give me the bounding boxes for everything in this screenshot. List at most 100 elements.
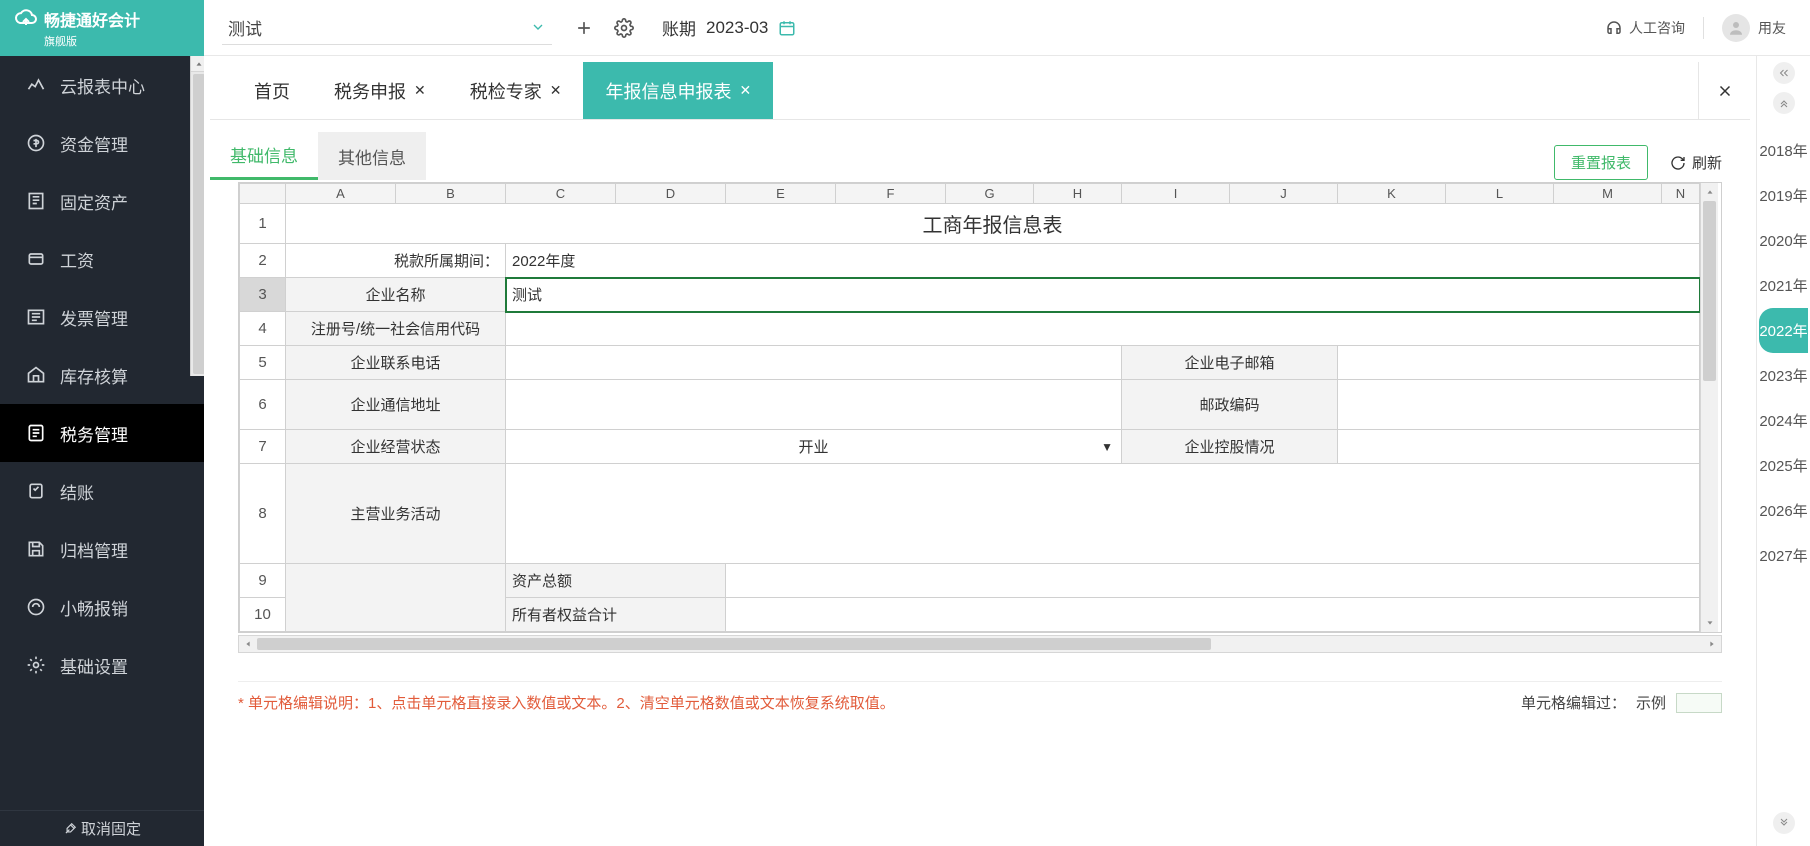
period-label-cell[interactable]: 税款所属期间： <box>286 244 506 278</box>
sidebar-item[interactable]: 资金管理 <box>0 114 204 172</box>
year-item[interactable]: 2019年 <box>1759 173 1807 218</box>
scroll-down-icon[interactable] <box>1701 614 1718 632</box>
scroll-left-icon[interactable] <box>239 636 257 652</box>
col-B[interactable]: B <box>396 184 506 204</box>
col-I[interactable]: I <box>1122 184 1230 204</box>
label-assets-group[interactable] <box>286 564 506 632</box>
rowhdr-6[interactable]: 6 <box>240 380 286 430</box>
year-item[interactable]: 2023年 <box>1759 353 1807 398</box>
rowhdr-9[interactable]: 9 <box>240 564 286 598</box>
year-item[interactable]: 2020年 <box>1759 218 1807 263</box>
year-item[interactable]: 2024年 <box>1759 398 1807 443</box>
scroll-thumb[interactable] <box>1703 201 1716 381</box>
period-value[interactable]: 2023-03 <box>706 18 768 38</box>
value-owner-equity[interactable] <box>726 598 1700 632</box>
rowhdr-3[interactable]: 3 <box>240 278 286 312</box>
company-select[interactable]: 测试 <box>222 11 552 45</box>
col-L[interactable]: L <box>1446 184 1554 204</box>
sidebar-item[interactable]: 库存核算 <box>0 346 204 404</box>
col-A[interactable]: A <box>286 184 396 204</box>
support-link[interactable]: 人工咨询 <box>1605 18 1685 38</box>
year-item[interactable]: 2018年 <box>1759 128 1807 173</box>
col-K[interactable]: K <box>1338 184 1446 204</box>
label-company-name[interactable]: 企业名称 <box>286 278 506 312</box>
vertical-scrollbar[interactable] <box>1700 183 1718 632</box>
horizontal-scrollbar[interactable] <box>238 635 1722 653</box>
sidebar-collapse[interactable]: 取消固定 <box>0 810 204 846</box>
scroll-thumb[interactable] <box>193 74 205 374</box>
rowhdr-2[interactable]: 2 <box>240 244 286 278</box>
value-company-name[interactable]: 测试 <box>506 278 1700 312</box>
value-status[interactable]: 开业 ▼ <box>506 430 1122 464</box>
col-F[interactable]: F <box>836 184 946 204</box>
col-E[interactable]: E <box>726 184 836 204</box>
rowhdr-5[interactable]: 5 <box>240 346 286 380</box>
tab[interactable]: 税检专家✕ <box>448 62 584 119</box>
label-email[interactable]: 企业电子邮箱 <box>1122 346 1338 380</box>
calendar-icon[interactable] <box>778 19 796 37</box>
value-holding[interactable] <box>1338 430 1700 464</box>
scroll-up-icon[interactable] <box>1701 183 1718 201</box>
value-phone[interactable] <box>506 346 1122 380</box>
tab[interactable]: 年报信息申报表✕ <box>583 62 773 119</box>
scroll-up-icon[interactable] <box>191 56 204 72</box>
tab[interactable]: 首页 <box>232 62 312 119</box>
add-icon[interactable] <box>574 18 594 38</box>
label-total-assets[interactable]: 资产总额 <box>506 564 726 598</box>
sheet-table[interactable]: A B C D E F G H I J K L M N <box>239 183 1700 632</box>
value-address[interactable] <box>506 380 1122 430</box>
rail-scroll-up-icon[interactable] <box>1773 92 1795 114</box>
close-all-tabs[interactable] <box>1698 62 1750 119</box>
sheet-title[interactable]: 工商年报信息表 <box>286 204 1700 244</box>
sidebar-item[interactable]: 归档管理 <box>0 520 204 578</box>
close-icon[interactable]: ✕ <box>550 82 562 99</box>
value-total-assets[interactable] <box>726 564 1700 598</box>
year-item[interactable]: 2022年 <box>1759 308 1807 353</box>
sidebar-item[interactable]: 固定资产 <box>0 172 204 230</box>
col-M[interactable]: M <box>1554 184 1662 204</box>
subtab-basic[interactable]: 基础信息 <box>210 132 318 180</box>
value-email[interactable] <box>1338 346 1700 380</box>
period-value-cell[interactable]: 2022年度 <box>506 244 1700 278</box>
corner-cell[interactable] <box>240 184 286 204</box>
year-item[interactable]: 2025年 <box>1759 443 1807 488</box>
rail-scroll-down-icon[interactable] <box>1773 812 1795 834</box>
label-address[interactable]: 企业通信地址 <box>286 380 506 430</box>
gear-icon[interactable] <box>614 18 634 38</box>
col-N[interactable]: N <box>1662 184 1700 204</box>
scroll-thumb[interactable] <box>257 638 1211 650</box>
subtab-other[interactable]: 其他信息 <box>318 132 426 180</box>
label-reg-no[interactable]: 注册号/统一社会信用代码 <box>286 312 506 346</box>
reset-button[interactable]: 重置报表 <box>1554 145 1648 180</box>
rowhdr-1[interactable]: 1 <box>240 204 286 244</box>
year-item[interactable]: 2021年 <box>1759 263 1807 308</box>
value-postcode[interactable] <box>1338 380 1700 430</box>
value-reg-no[interactable] <box>506 312 1700 346</box>
close-icon[interactable]: ✕ <box>739 82 751 99</box>
value-main-business[interactable] <box>506 464 1700 564</box>
rowhdr-4[interactable]: 4 <box>240 312 286 346</box>
col-J[interactable]: J <box>1230 184 1338 204</box>
user-menu[interactable]: 用友 <box>1722 14 1786 42</box>
refresh-button[interactable]: 刷新 <box>1670 152 1722 173</box>
label-postcode[interactable]: 邮政编码 <box>1122 380 1338 430</box>
year-item[interactable]: 2026年 <box>1759 488 1807 533</box>
sidebar-item[interactable]: 云报表中心 <box>0 56 204 114</box>
col-G[interactable]: G <box>946 184 1034 204</box>
rowhdr-10[interactable]: 10 <box>240 598 286 632</box>
label-status[interactable]: 企业经营状态 <box>286 430 506 464</box>
col-H[interactable]: H <box>1034 184 1122 204</box>
tab[interactable]: 税务申报✕ <box>312 62 448 119</box>
rowhdr-7[interactable]: 7 <box>240 430 286 464</box>
label-owner-equity[interactable]: 所有者权益合计 <box>506 598 726 632</box>
scroll-right-icon[interactable] <box>1703 636 1721 652</box>
col-C[interactable]: C <box>506 184 616 204</box>
sidebar-item[interactable]: 小畅报销 <box>0 578 204 636</box>
year-item[interactable]: 2027年 <box>1759 533 1807 578</box>
col-D[interactable]: D <box>616 184 726 204</box>
sidebar-item[interactable]: 税务管理 <box>0 404 204 462</box>
sidebar-item[interactable]: 工资 <box>0 230 204 288</box>
sidebar-item[interactable]: 结账 <box>0 462 204 520</box>
close-icon[interactable]: ✕ <box>414 82 426 99</box>
label-phone[interactable]: 企业联系电话 <box>286 346 506 380</box>
